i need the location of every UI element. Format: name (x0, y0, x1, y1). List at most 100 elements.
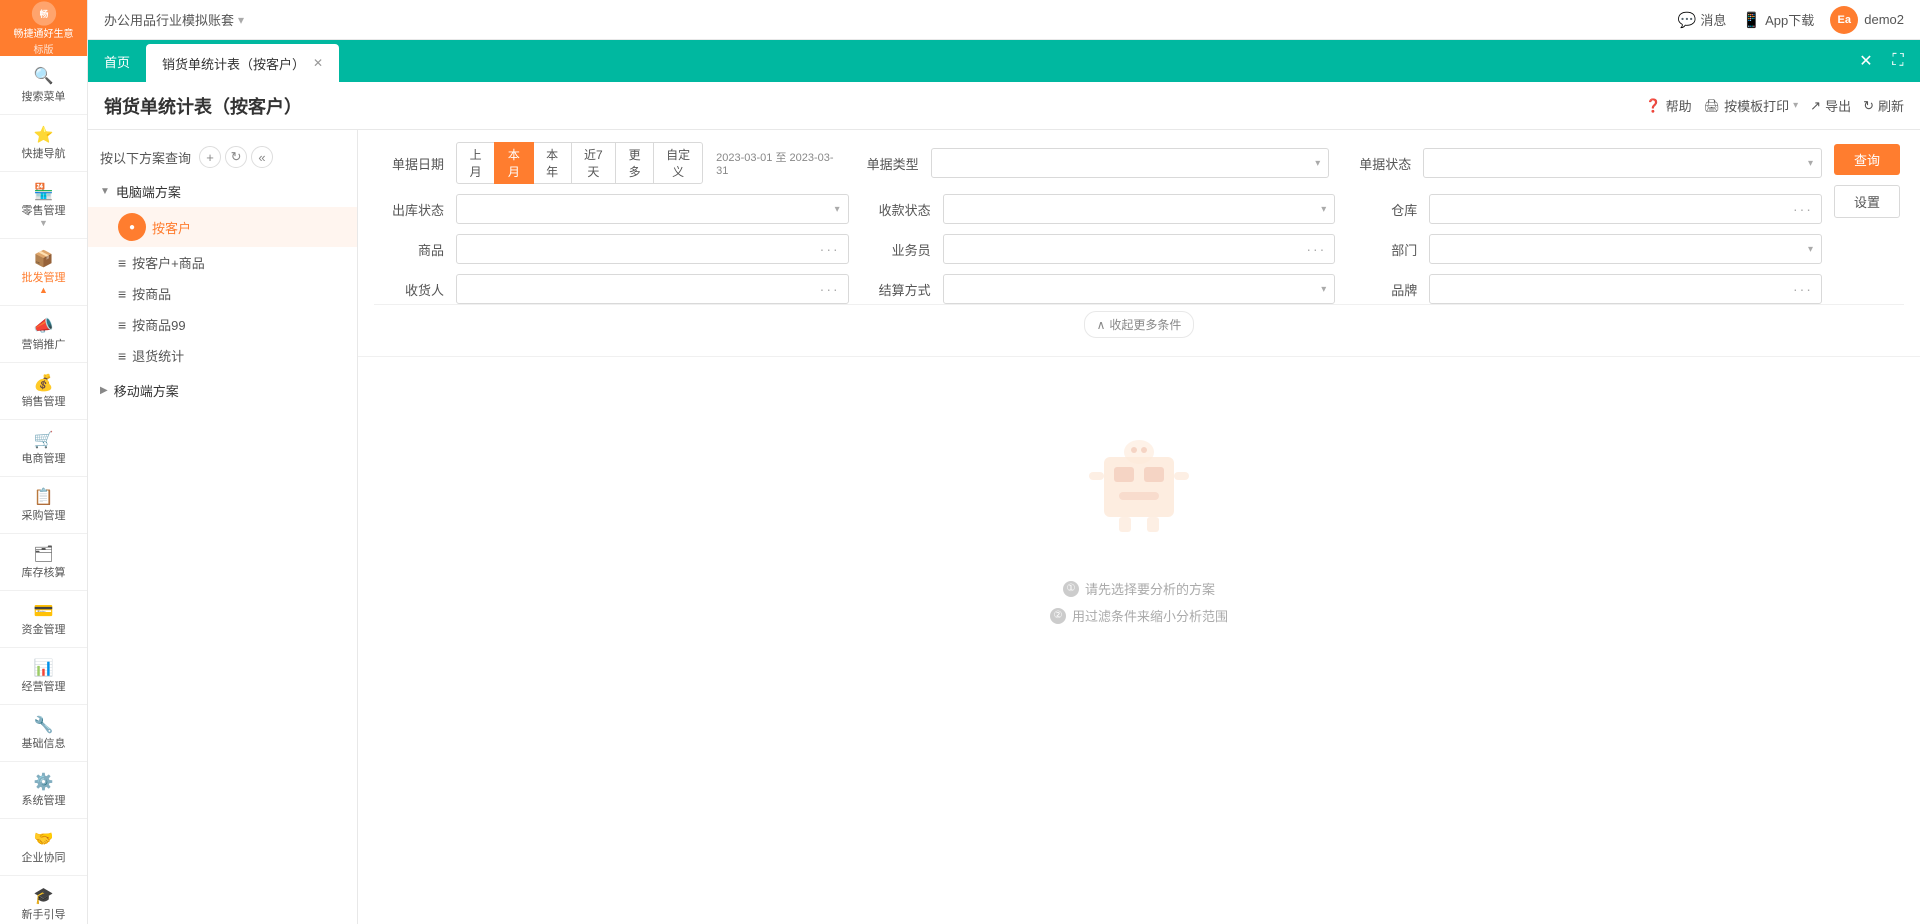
date-tab-last-7[interactable]: 近7天 (571, 142, 616, 184)
tab-sales-stats[interactable]: 销货单统计表（按客户） ✕ (146, 44, 339, 82)
sidebar-item-sales[interactable]: 💰 销售管理 (0, 363, 88, 420)
brand-select[interactable]: ··· (1429, 274, 1822, 304)
app-download-button[interactable]: 📱 App下载 (1742, 10, 1814, 29)
collapse-button[interactable]: ∧ 收起更多条件 (1084, 311, 1195, 338)
out-status-label: 出库状态 (374, 200, 444, 219)
brand-label: 品牌 (1347, 280, 1417, 299)
query-button[interactable]: 查询 (1834, 144, 1900, 175)
date-tab-this-month[interactable]: 本月 (494, 142, 533, 184)
date-tab-prev-month[interactable]: 上月 (456, 142, 495, 184)
receiver-select[interactable]: ··· (456, 274, 849, 304)
mobile-group-title[interactable]: ▶ 移动端方案 (88, 375, 357, 406)
retail-icon: 🏪 (34, 182, 54, 202)
enterprise-label: 企业协同 (22, 849, 66, 865)
collapse-up-icon: ∧ (1097, 318, 1106, 332)
right-panel: 单据日期 上月 本月 本年 近7天 更多 自定义 20 (358, 130, 1920, 924)
export-label: 导出 (1825, 96, 1851, 115)
refresh-scheme-button[interactable]: ↻ (225, 146, 247, 168)
goods-dots: ··· (820, 241, 840, 257)
goods-select[interactable]: ··· (456, 234, 849, 264)
goods-label: 商品 (374, 240, 444, 259)
message-button[interactable]: 💬 消息 (1678, 10, 1727, 29)
doc-type-arrow: ▾ (1315, 158, 1320, 169)
help-button[interactable]: ❓ 帮助 (1645, 96, 1691, 115)
user-menu[interactable]: Ea demo2 (1830, 6, 1904, 34)
scheme-by-customer-goods[interactable]: ≡ 按客户+商品 (88, 247, 357, 278)
sidebar-item-marketing[interactable]: 📣 营销推广 (0, 306, 88, 363)
newbie-icon: 🎓 (34, 886, 54, 906)
collapse-panel-button[interactable]: « (251, 146, 273, 168)
desktop-group-title[interactable]: ▼ 电脑端方案 (88, 176, 357, 207)
scheme-by-goods[interactable]: ≡ 按商品 (88, 278, 357, 309)
refresh-button[interactable]: ↻ 刷新 (1863, 96, 1904, 115)
sidebar-item-wholesale[interactable]: 📦 批发管理 ▲ (0, 239, 88, 306)
scheme-return-stats[interactable]: ≡ 退货统计 (88, 340, 357, 371)
wholesale-label: 批发管理 (22, 269, 66, 285)
dept-select[interactable]: ▾ (1429, 234, 1822, 264)
action-buttons: 查询 设置 (1822, 142, 1904, 218)
sidebar-item-search[interactable]: 🔍 搜索菜单 (0, 56, 87, 115)
empty-hint-1: ① 请先选择要分析的方案 (1063, 579, 1215, 598)
sidebar-item-basic[interactable]: 🔧 基础信息 (0, 705, 88, 762)
sidebar-item-ecommerce[interactable]: 🛒 电商管理 (0, 420, 88, 477)
dept-label: 部门 (1347, 240, 1417, 259)
header-actions: ❓ 帮助 🖨 按模板打印 ▾ ↗ 导出 ↻ 刷新 (1645, 96, 1904, 115)
app-download-icon: 📱 (1742, 11, 1761, 29)
tab-close-icon[interactable]: ✕ (313, 56, 323, 70)
export-button[interactable]: ↗ 导出 (1810, 96, 1851, 115)
sidebar-item-newbie[interactable]: 🎓 新手引导 (0, 876, 88, 924)
settings-button[interactable]: 设置 (1834, 185, 1900, 218)
scheme-icon3: ≡ (118, 317, 126, 333)
logo-icon: 畅 (28, 0, 60, 27)
date-tab-more[interactable]: 更多 (615, 142, 654, 184)
doc-status-select[interactable]: ▾ (1423, 148, 1822, 178)
message-icon: 💬 (1678, 11, 1697, 29)
print-icon: 🖨 (1704, 98, 1721, 114)
left-panel-title: 按以下方案查询 (100, 148, 191, 167)
brand-dots: ··· (1793, 281, 1813, 297)
window-close-button[interactable]: ✕ (1852, 47, 1880, 75)
doc-type-select[interactable]: ▾ (931, 148, 1330, 178)
add-scheme-button[interactable]: + (199, 146, 221, 168)
operation-icon: 📊 (34, 658, 54, 678)
finance-icon: 💳 (34, 601, 54, 621)
out-status-select[interactable]: ▾ (456, 194, 849, 224)
empty-illustration (1079, 417, 1199, 559)
settle-method-select[interactable]: ▾ (943, 274, 1336, 304)
topbar-right: 💬 消息 📱 App下载 Ea demo2 (1678, 6, 1904, 34)
date-label: 单据日期 (374, 154, 444, 173)
sidebar-item-inventory[interactable]: 🗂 库存核算 (0, 534, 88, 591)
sidebar-item-retail[interactable]: 🏪 零售管理 ▼ (0, 172, 88, 239)
warehouse-select[interactable]: ··· (1429, 194, 1822, 224)
dropdown-icon[interactable]: ▾ (238, 13, 244, 27)
message-label: 消息 (1700, 10, 1726, 29)
window-restore-button[interactable]: ⛶ (1884, 47, 1912, 75)
salesperson-label: 业务员 (861, 240, 931, 259)
shortcut-label: 快捷导航 (22, 145, 66, 161)
collect-status-select[interactable]: ▾ (943, 194, 1336, 224)
sidebar-item-shortcut[interactable]: ⭐ 快捷导航 (0, 115, 88, 172)
help-icon: ❓ (1645, 98, 1661, 114)
scheme-by-customer[interactable]: ● 按客户 (88, 207, 357, 247)
salesperson-select[interactable]: ··· (943, 234, 1336, 264)
scheme-by-goods-99[interactable]: ≡ 按商品99 (88, 309, 357, 340)
date-tab-this-year[interactable]: 本年 (533, 142, 572, 184)
print-button[interactable]: 🖨 按模板打印 ▾ (1704, 96, 1799, 115)
page-title: 销货单统计表（按客户） (104, 93, 1645, 119)
desktop-group: ▼ 电脑端方案 ● 按客户 ≡ 按客户+商品 ≡ (88, 176, 357, 371)
out-status-arrow: ▾ (835, 204, 840, 215)
sidebar-item-finance[interactable]: 💳 资金管理 (0, 591, 88, 648)
purchase-icon: 📋 (34, 487, 54, 507)
scheme-by-customer-goods-label: 按客户+商品 (132, 253, 205, 272)
sidebar-item-system[interactable]: ⚙️ 系统管理 (0, 762, 88, 819)
refresh-label: 刷新 (1878, 96, 1904, 115)
collect-status-label: 收款状态 (861, 200, 931, 219)
sidebar-item-purchase[interactable]: 📋 采购管理 (0, 477, 88, 534)
doc-status-arrow: ▾ (1808, 158, 1813, 169)
sidebar-item-operation[interactable]: 📊 经营管理 (0, 648, 88, 705)
tab-home[interactable]: 首页 (88, 40, 146, 82)
empty-hint-1-text: 请先选择要分析的方案 (1085, 579, 1215, 598)
date-tab-custom[interactable]: 自定义 (653, 142, 703, 184)
sidebar-item-enterprise[interactable]: 🤝 企业协同 (0, 819, 88, 876)
newbie-label: 新手引导 (22, 906, 66, 922)
